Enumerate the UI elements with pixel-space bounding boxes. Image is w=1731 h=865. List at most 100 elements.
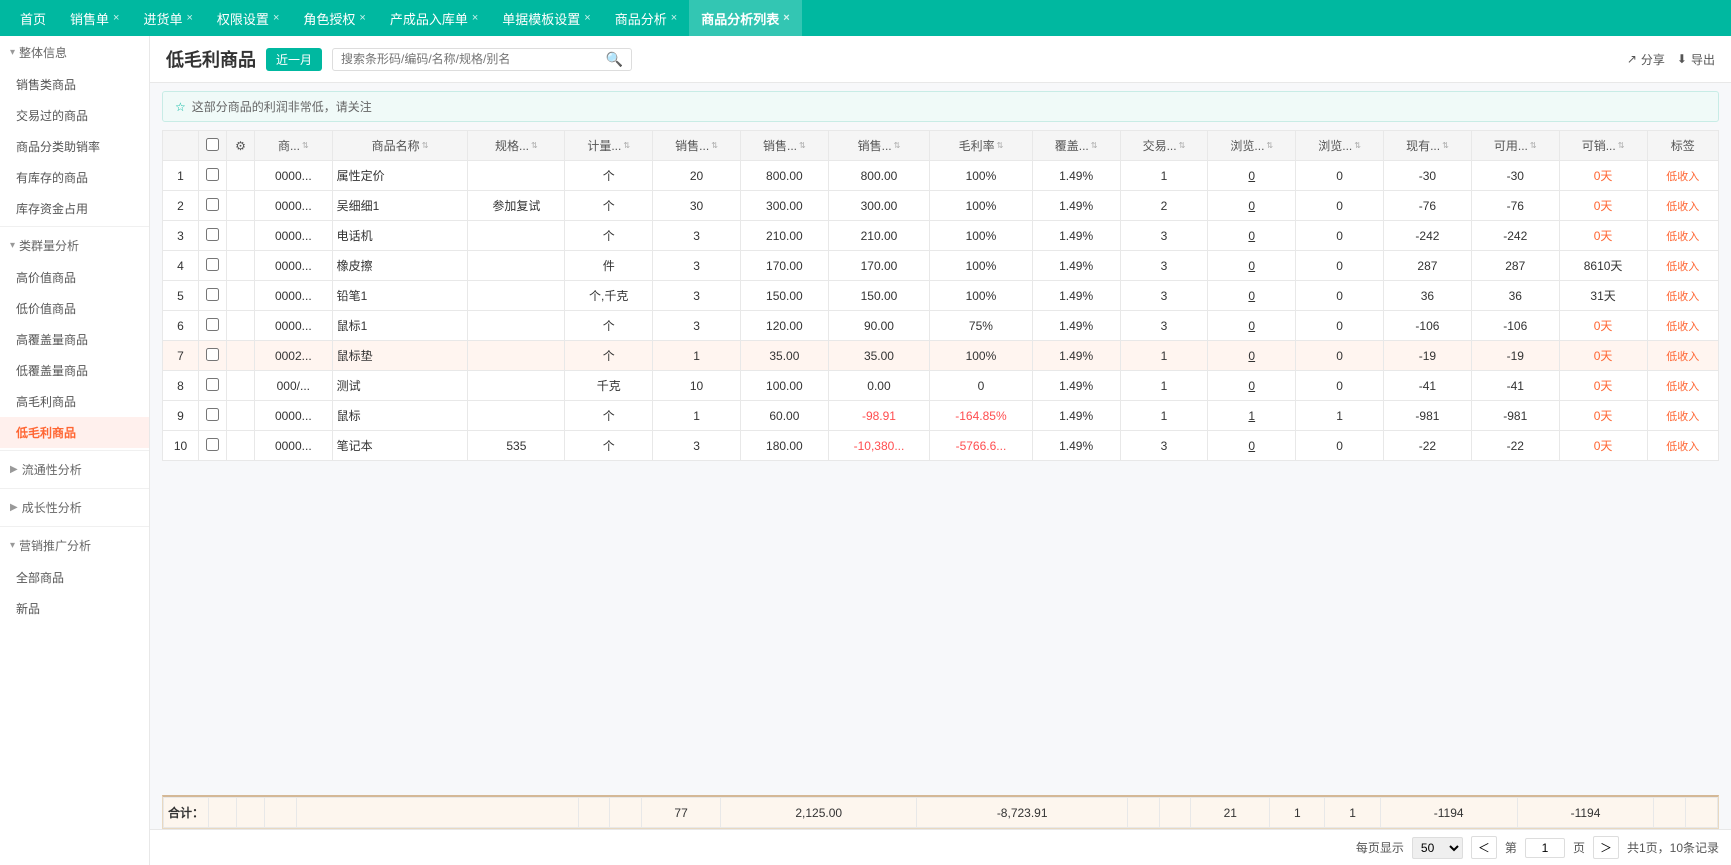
sidebar-item-low-coverage[interactable]: 低覆盖量商品 (0, 355, 149, 386)
cell-browse1[interactable]: 0 (1208, 281, 1296, 311)
current-page-input[interactable] (1525, 838, 1565, 858)
nav-sales[interactable]: 销售单 × (58, 0, 131, 36)
cell-name[interactable]: 吴细细1 (332, 191, 468, 221)
th-code[interactable]: 商...⇅ (255, 131, 333, 161)
nav-template[interactable]: 单据模板设置 × (490, 0, 602, 36)
share-button[interactable]: ↗ 分享 (1627, 51, 1665, 68)
sidebar-item-sales-goods[interactable]: 销售类商品 (0, 69, 149, 100)
th-current-stock[interactable]: 现有...⇅ (1384, 131, 1472, 161)
nav-goods-analysis-close[interactable]: × (671, 12, 677, 24)
cell-name[interactable]: 鼠标1 (332, 311, 468, 341)
th-unit[interactable]: 计量...⇅ (565, 131, 653, 161)
cell-name[interactable]: 属性定价 (332, 161, 468, 191)
sidebar-item-high-coverage[interactable]: 高覆盖量商品 (0, 324, 149, 355)
cell-name[interactable]: 橡皮擦 (332, 251, 468, 281)
th-sales-price[interactable]: 销售...⇅ (740, 131, 828, 161)
th-trade-count[interactable]: 交易...⇅ (1120, 131, 1208, 161)
th-browse1[interactable]: 浏览...⇅ (1208, 131, 1296, 161)
nav-goods-analysis-list-close[interactable]: × (783, 12, 789, 24)
cell-checkbox[interactable] (199, 311, 227, 341)
select-all-checkbox[interactable] (206, 138, 219, 151)
sidebar-item-traded-goods[interactable]: 交易过的商品 (0, 100, 149, 131)
nav-permission-close[interactable]: × (273, 12, 279, 24)
cell-checkbox[interactable] (199, 431, 227, 461)
search-box[interactable]: 🔍 (332, 48, 632, 71)
row-checkbox[interactable] (206, 438, 219, 451)
cell-browse1[interactable]: 0 (1208, 251, 1296, 281)
row-checkbox[interactable] (206, 378, 219, 391)
nav-goods-analysis[interactable]: 商品分析 × (603, 0, 689, 36)
cell-browse1[interactable]: 1 (1208, 401, 1296, 431)
sidebar-group-overall-title[interactable]: ▾ 整体信息 (0, 36, 149, 69)
cell-browse1[interactable]: 0 (1208, 221, 1296, 251)
cell-name[interactable]: 铅笔1 (332, 281, 468, 311)
th-name[interactable]: 商品名称⇅ (332, 131, 468, 161)
cell-checkbox[interactable] (199, 161, 227, 191)
cell-browse1[interactable]: 0 (1208, 191, 1296, 221)
row-checkbox[interactable] (206, 258, 219, 271)
row-checkbox[interactable] (206, 348, 219, 361)
cell-checkbox[interactable] (199, 341, 227, 371)
nav-product-in[interactable]: 产成品入库单 × (378, 0, 490, 36)
cell-name[interactable]: 测试 (332, 371, 468, 401)
cell-checkbox[interactable] (199, 191, 227, 221)
row-checkbox[interactable] (206, 288, 219, 301)
sidebar-item-stock-capital[interactable]: 库存资金占用 (0, 193, 149, 224)
sidebar-item-category-rate[interactable]: 商品分类助销率 (0, 131, 149, 162)
cell-checkbox[interactable] (199, 401, 227, 431)
row-checkbox[interactable] (206, 318, 219, 331)
cell-name[interactable]: 鼠标垫 (332, 341, 468, 371)
sidebar-item-stock-goods[interactable]: 有库存的商品 (0, 162, 149, 193)
th-cover-rate[interactable]: 覆盖...⇅ (1032, 131, 1120, 161)
row-checkbox[interactable] (206, 168, 219, 181)
sidebar-item-high-profit[interactable]: 高毛利商品 (0, 386, 149, 417)
cell-checkbox[interactable] (199, 251, 227, 281)
sidebar-item-new-goods[interactable]: 新品 (0, 593, 149, 624)
nav-permission[interactable]: 权限设置 × (205, 0, 291, 36)
cell-checkbox[interactable] (199, 221, 227, 251)
th-spec[interactable]: 规格...⇅ (468, 131, 565, 161)
nav-role[interactable]: 角色授权 × (291, 0, 377, 36)
cell-checkbox[interactable] (199, 371, 227, 401)
th-available[interactable]: 可用...⇅ (1471, 131, 1559, 161)
table-container[interactable]: ⚙ 商...⇅ 商品名称⇅ 规格...⇅ 计量...⇅ 销售...⇅ 销售...… (162, 130, 1719, 787)
row-checkbox[interactable] (206, 198, 219, 211)
th-sales-qty[interactable]: 销售...⇅ (653, 131, 741, 161)
settings-icon[interactable]: ⚙ (235, 139, 246, 153)
th-tag[interactable]: 标签 (1647, 131, 1719, 161)
cell-browse1[interactable]: 0 (1208, 431, 1296, 461)
cell-browse1[interactable]: 0 (1208, 161, 1296, 191)
sidebar-group-flow-title[interactable]: ▶ 流通性分析 (0, 453, 149, 486)
nav-product-in-close[interactable]: × (472, 12, 478, 24)
cell-name[interactable]: 鼠标 (332, 401, 468, 431)
nav-purchase[interactable]: 进货单 × (131, 0, 204, 36)
nav-purchase-close[interactable]: × (186, 12, 192, 24)
nav-goods-analysis-list[interactable]: 商品分析列表 × (689, 0, 801, 36)
sidebar-item-low-value[interactable]: 低价值商品 (0, 293, 149, 324)
sidebar-group-marketing-title[interactable]: ▾ 营销推广分析 (0, 529, 149, 562)
sidebar-group-growth-title[interactable]: ▶ 成长性分析 (0, 491, 149, 524)
nav-home[interactable]: 首页 (8, 0, 58, 36)
nav-sales-close[interactable]: × (113, 12, 119, 24)
search-input[interactable] (341, 52, 606, 66)
row-checkbox[interactable] (206, 408, 219, 421)
th-sales-profit[interactable]: 销售...⇅ (828, 131, 929, 161)
sidebar-item-high-value[interactable]: 高价值商品 (0, 262, 149, 293)
sidebar-item-all-goods[interactable]: 全部商品 (0, 562, 149, 593)
cell-browse1[interactable]: 0 (1208, 311, 1296, 341)
sidebar-item-low-profit[interactable]: 低毛利商品 (0, 417, 149, 448)
th-browse2[interactable]: 浏览...⇅ (1296, 131, 1384, 161)
row-checkbox[interactable] (206, 228, 219, 241)
filter-recent-month-button[interactable]: 近一月 (266, 48, 322, 71)
cell-checkbox[interactable] (199, 281, 227, 311)
cell-name[interactable]: 电话机 (332, 221, 468, 251)
th-saleable[interactable]: 可销...⇅ (1559, 131, 1647, 161)
nav-role-close[interactable]: × (359, 12, 365, 24)
cell-browse1[interactable]: 0 (1208, 371, 1296, 401)
cell-name[interactable]: 笔记本 (332, 431, 468, 461)
per-page-select[interactable]: 50 100 200 (1412, 837, 1463, 859)
nav-template-close[interactable]: × (584, 12, 590, 24)
cell-browse1[interactable]: 0 (1208, 341, 1296, 371)
sidebar-group-cluster-title[interactable]: ▾ 类群量分析 (0, 229, 149, 262)
export-button[interactable]: ⬇ 导出 (1677, 51, 1715, 68)
